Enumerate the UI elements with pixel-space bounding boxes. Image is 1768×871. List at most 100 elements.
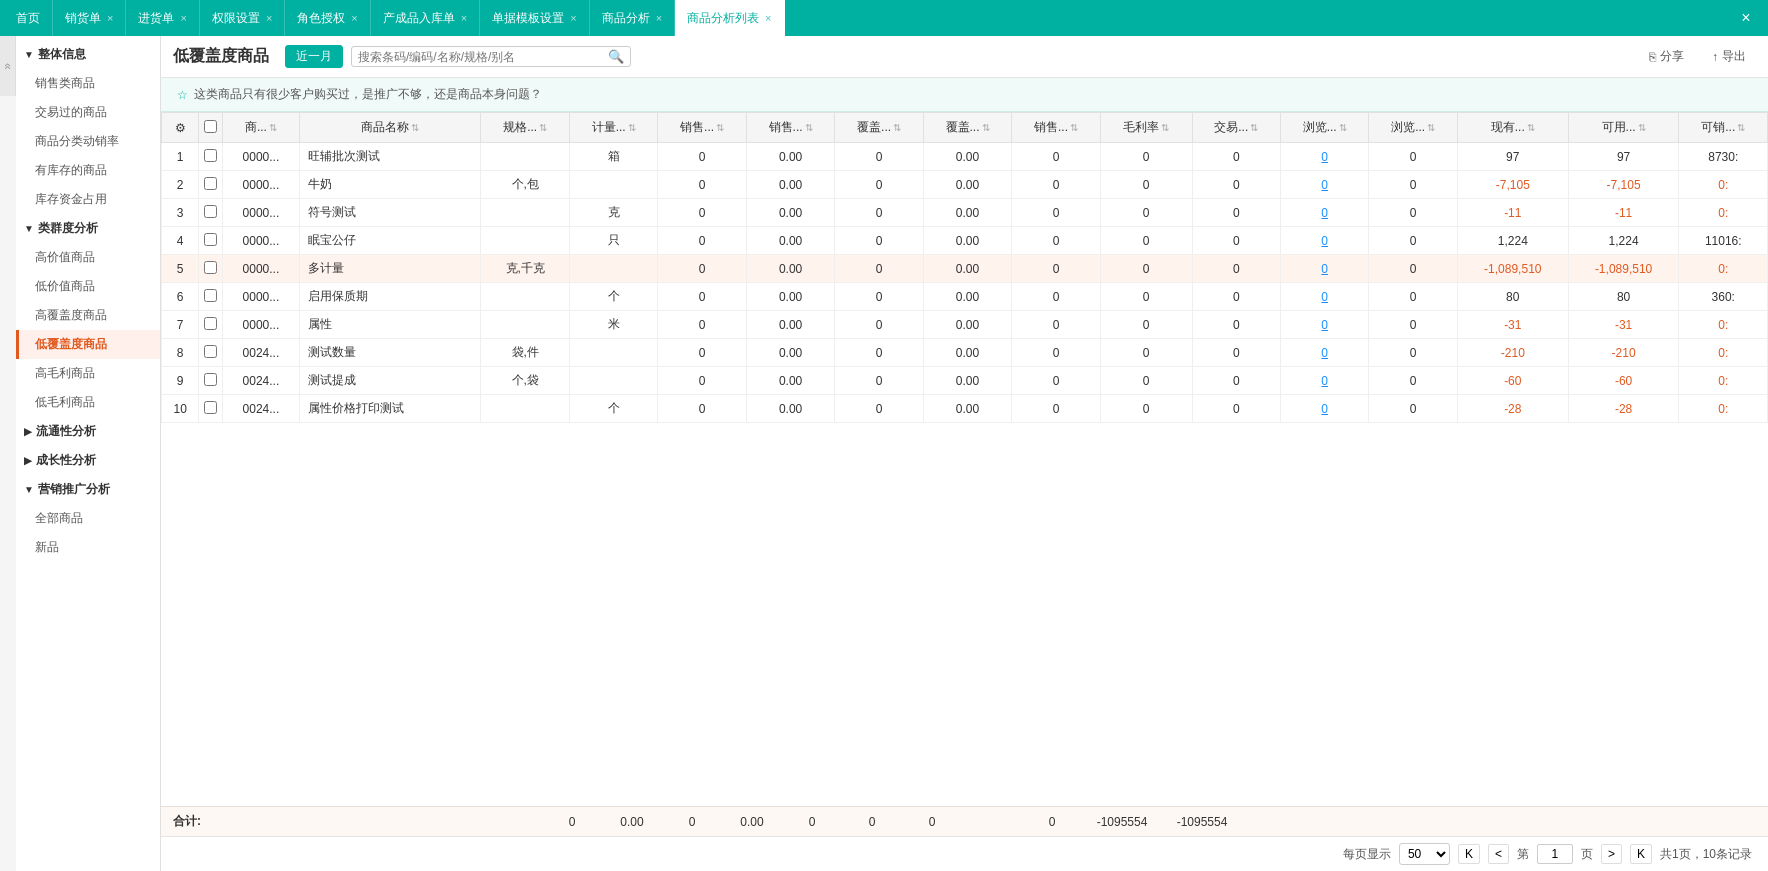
sort-icon[interactable]: ⇅: [893, 122, 901, 133]
col-coverage2[interactable]: 覆盖...⇅: [923, 113, 1011, 143]
row-browse1-cell[interactable]: 0: [1280, 339, 1368, 367]
sidebar-item-category-turnover[interactable]: 商品分类动销率: [16, 127, 160, 156]
sidebar-item-low-margin[interactable]: 低毛利商品: [16, 388, 160, 417]
row-browse1-cell[interactable]: 0: [1280, 255, 1368, 283]
row-browse1-cell[interactable]: 0: [1280, 171, 1368, 199]
select-all-checkbox[interactable]: [204, 120, 217, 133]
row-checkbox-cell[interactable]: [199, 227, 223, 255]
nav-template-settings[interactable]: 单据模板设置 ×: [480, 0, 589, 36]
close-icon[interactable]: ×: [656, 12, 662, 24]
row-browse1-cell[interactable]: 0: [1280, 227, 1368, 255]
page-number-input[interactable]: [1537, 844, 1573, 864]
sort-icon[interactable]: ⇅: [1427, 122, 1435, 133]
row-checkbox-cell[interactable]: [199, 395, 223, 423]
sort-icon[interactable]: ⇅: [1161, 122, 1169, 133]
close-icon[interactable]: ×: [180, 12, 186, 24]
sidebar-item-high-value[interactable]: 高价值商品: [16, 243, 160, 272]
col-sales2[interactable]: 销售...⇅: [746, 113, 834, 143]
col-sales1[interactable]: 销售...⇅: [658, 113, 746, 143]
col-sales3[interactable]: 销售...⇅: [1012, 113, 1100, 143]
filter-recent-month-button[interactable]: 近一月: [285, 45, 343, 68]
row-checkbox-cell[interactable]: [199, 199, 223, 227]
nav-sales[interactable]: 销货单 ×: [53, 0, 126, 36]
sidebar-item-low-coverage[interactable]: 低覆盖度商品: [16, 330, 160, 359]
settings-icon[interactable]: ⚙: [175, 121, 186, 135]
nav-permissions[interactable]: 权限设置 ×: [200, 0, 285, 36]
row-checkbox-cell[interactable]: [199, 171, 223, 199]
close-icon[interactable]: ×: [351, 12, 357, 24]
row-checkbox[interactable]: [204, 373, 217, 386]
sidebar-item-all-goods[interactable]: 全部商品: [16, 504, 160, 533]
col-stock[interactable]: 现有...⇅: [1457, 113, 1568, 143]
nav-goods-analysis-list[interactable]: 商品分析列表 ×: [675, 0, 784, 36]
row-checkbox[interactable]: [204, 317, 217, 330]
row-browse1-cell[interactable]: 0: [1280, 143, 1368, 171]
close-icon[interactable]: ×: [266, 12, 272, 24]
nav-roles[interactable]: 角色授权 ×: [285, 0, 370, 36]
sort-icon[interactable]: ⇅: [269, 122, 277, 133]
row-checkbox[interactable]: [204, 177, 217, 190]
sidebar-collapse-button[interactable]: «: [0, 36, 16, 96]
col-browse2[interactable]: 浏览...⇅: [1369, 113, 1457, 143]
col-name[interactable]: 商品名称⇅: [299, 113, 481, 143]
first-page-button[interactable]: K: [1458, 844, 1480, 864]
col-checkbox[interactable]: [199, 113, 223, 143]
row-checkbox[interactable]: [204, 205, 217, 218]
row-browse1-cell[interactable]: 0: [1280, 283, 1368, 311]
row-checkbox-cell[interactable]: [199, 367, 223, 395]
sort-icon[interactable]: ⇅: [1070, 122, 1078, 133]
close-all-button[interactable]: ×: [1728, 0, 1764, 36]
col-available[interactable]: 可用...⇅: [1568, 113, 1679, 143]
sidebar-item-sales-goods[interactable]: 销售类商品: [16, 69, 160, 98]
row-checkbox[interactable]: [204, 401, 217, 414]
sort-icon[interactable]: ⇅: [628, 122, 636, 133]
close-icon[interactable]: ×: [461, 12, 467, 24]
row-browse1-cell[interactable]: 0: [1280, 199, 1368, 227]
sidebar-group-marketing[interactable]: ▼ 营销推广分析: [16, 475, 160, 504]
sort-icon[interactable]: ⇅: [1250, 122, 1258, 133]
col-code[interactable]: 商...⇅: [223, 113, 299, 143]
col-sellable[interactable]: 可销...⇅: [1679, 113, 1768, 143]
search-icon[interactable]: 🔍: [608, 49, 624, 64]
nav-purchase[interactable]: 进货单 ×: [126, 0, 199, 36]
sort-icon[interactable]: ⇅: [1339, 122, 1347, 133]
sidebar-group-liquidity[interactable]: ▶ 流通性分析: [16, 417, 160, 446]
col-spec[interactable]: 规格...⇅: [481, 113, 569, 143]
nav-product-in[interactable]: 产成品入库单 ×: [371, 0, 480, 36]
sort-icon[interactable]: ⇅: [539, 122, 547, 133]
row-checkbox[interactable]: [204, 289, 217, 302]
prev-page-button[interactable]: <: [1488, 844, 1509, 864]
sidebar-item-stocked-goods[interactable]: 有库存的商品: [16, 156, 160, 185]
row-checkbox[interactable]: [204, 233, 217, 246]
row-checkbox-cell[interactable]: [199, 339, 223, 367]
share-button[interactable]: ⎘ 分享: [1639, 44, 1694, 69]
sidebar-group-growth[interactable]: ▶ 成长性分析: [16, 446, 160, 475]
nav-goods-analysis[interactable]: 商品分析 ×: [590, 0, 675, 36]
sidebar-item-traded-goods[interactable]: 交易过的商品: [16, 98, 160, 127]
row-checkbox[interactable]: [204, 345, 217, 358]
close-icon[interactable]: ×: [107, 12, 113, 24]
col-unit[interactable]: 计量...⇅: [569, 113, 657, 143]
sidebar-item-new-goods[interactable]: 新品: [16, 533, 160, 562]
sidebar-group-overall[interactable]: ▼ 整体信息: [16, 40, 160, 69]
sidebar-item-high-coverage[interactable]: 高覆盖度商品: [16, 301, 160, 330]
row-checkbox[interactable]: [204, 149, 217, 162]
sort-icon[interactable]: ⇅: [982, 122, 990, 133]
search-input[interactable]: [358, 50, 608, 64]
nav-home[interactable]: 首页: [4, 0, 53, 36]
export-button[interactable]: ↑ 导出: [1702, 44, 1756, 69]
col-coverage1[interactable]: 覆盖...⇅: [835, 113, 923, 143]
next-page-button[interactable]: >: [1601, 844, 1622, 864]
sort-icon[interactable]: ⇅: [716, 122, 724, 133]
close-icon[interactable]: ×: [765, 12, 771, 24]
row-browse1-cell[interactable]: 0: [1280, 395, 1368, 423]
row-checkbox-cell[interactable]: [199, 283, 223, 311]
col-browse1[interactable]: 浏览...⇅: [1280, 113, 1368, 143]
sort-icon[interactable]: ⇅: [411, 122, 419, 133]
col-trade[interactable]: 交易...⇅: [1192, 113, 1280, 143]
per-page-select[interactable]: 50 20 100 200: [1399, 843, 1450, 865]
sidebar-item-stock-capital[interactable]: 库存资金占用: [16, 185, 160, 214]
row-checkbox-cell[interactable]: [199, 255, 223, 283]
row-checkbox-cell[interactable]: [199, 143, 223, 171]
row-checkbox-cell[interactable]: [199, 311, 223, 339]
